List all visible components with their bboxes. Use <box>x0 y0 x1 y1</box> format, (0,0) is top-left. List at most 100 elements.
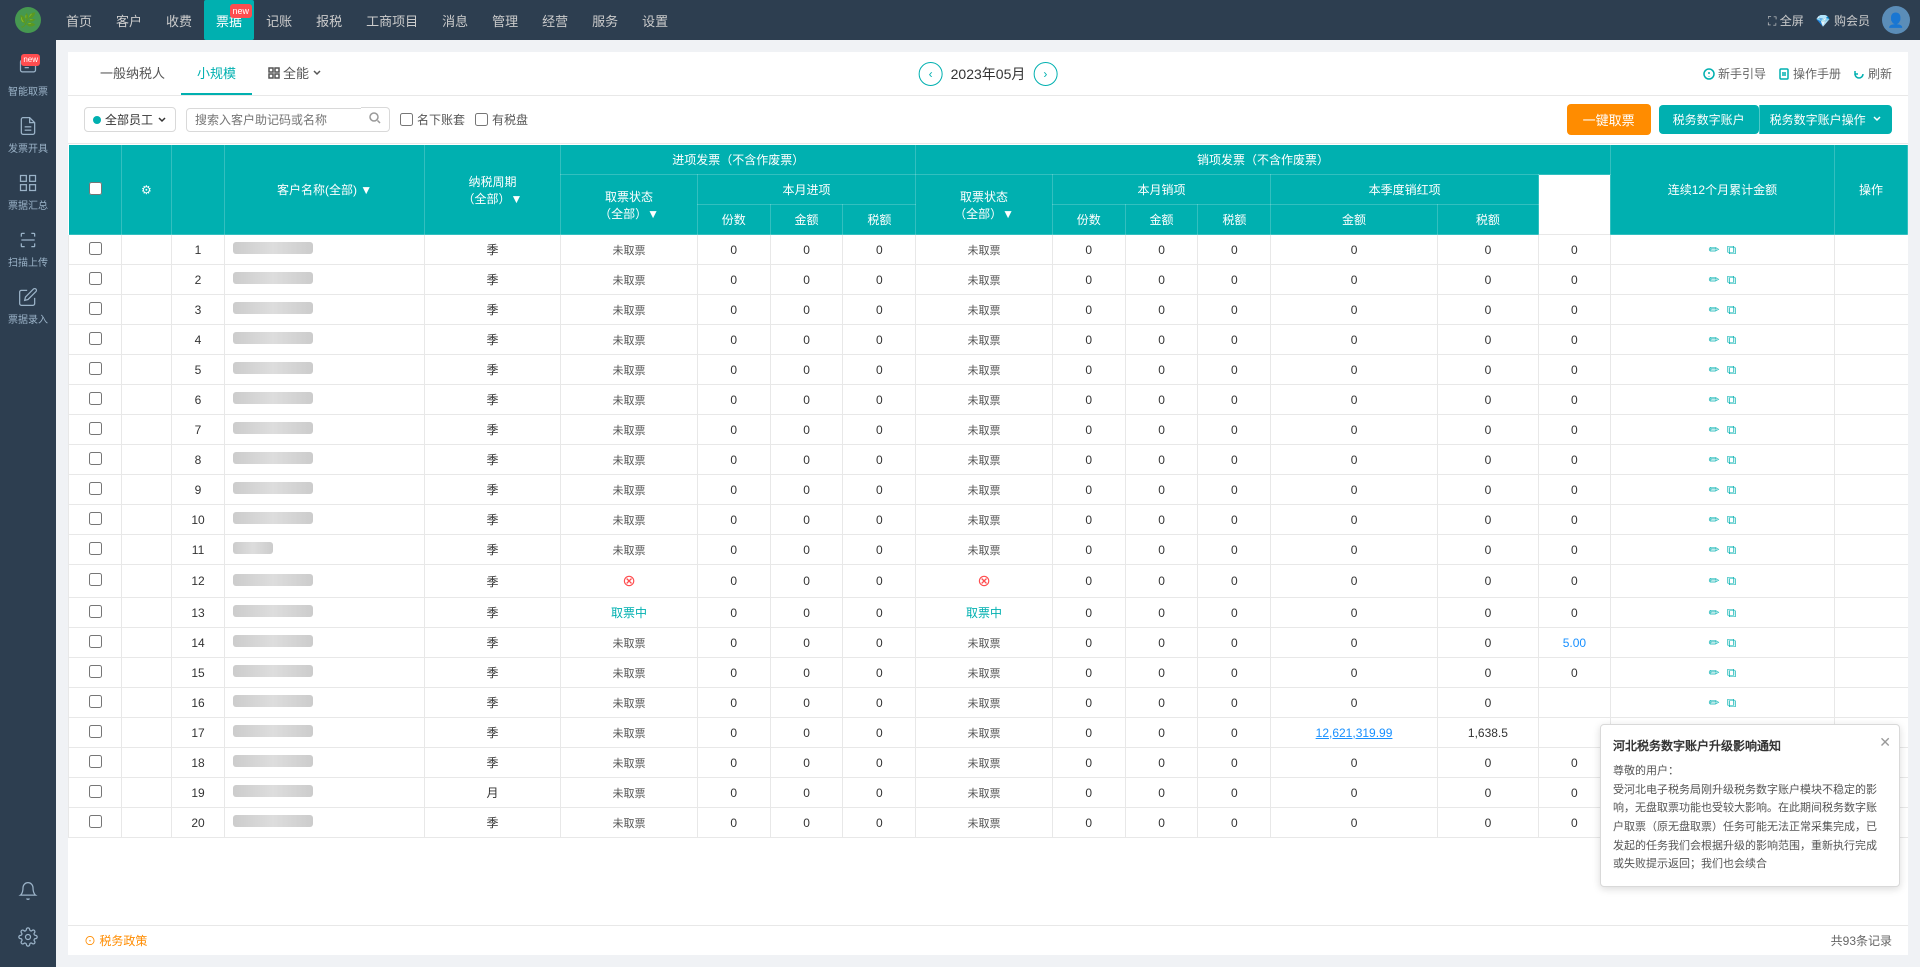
cell-client-name[interactable] <box>225 385 424 415</box>
op-edit-btn[interactable]: ✏ <box>1709 392 1720 407</box>
op-edit-btn[interactable]: ✏ <box>1709 362 1720 377</box>
cell-select[interactable] <box>69 355 122 385</box>
nav-fee[interactable]: 收费 <box>154 0 204 40</box>
prev-month-btn[interactable]: ‹ <box>919 62 943 86</box>
cell-client-name[interactable] <box>225 658 424 688</box>
row-checkbox[interactable] <box>89 272 102 285</box>
sidebar-item-bell[interactable] <box>3 873 53 909</box>
row-checkbox[interactable] <box>89 785 102 798</box>
cell-client-name[interactable] <box>225 535 424 565</box>
refund-amount-link[interactable]: 12,621,319.99 <box>1316 726 1393 740</box>
tab-general-taxpayer[interactable]: 一般纳税人 <box>84 53 181 95</box>
tab-small-scale[interactable]: 小规模 <box>181 53 252 95</box>
nav-manage[interactable]: 管理 <box>480 0 530 40</box>
refresh-btn[interactable]: 刷新 <box>1853 65 1892 82</box>
nav-message[interactable]: 消息 <box>430 0 480 40</box>
cell-select[interactable] <box>69 565 122 598</box>
next-month-btn[interactable]: › <box>1033 62 1057 86</box>
cell-client-name[interactable] <box>225 778 424 808</box>
op-edit-btn[interactable]: ✏ <box>1709 452 1720 467</box>
op-edit-btn[interactable]: ✏ <box>1709 665 1720 680</box>
nav-business[interactable]: 工商项目 <box>354 0 430 40</box>
sidebar-item-smart-ticket[interactable]: new 智能取票 <box>3 48 53 106</box>
op-copy-btn[interactable]: ⧉ <box>1727 272 1736 287</box>
cell-client-name[interactable] <box>225 295 424 325</box>
op-edit-btn[interactable]: ✏ <box>1709 332 1720 347</box>
cell-select[interactable] <box>69 385 122 415</box>
cell-select[interactable] <box>69 658 122 688</box>
employee-select[interactable]: 全部员工 <box>84 107 176 132</box>
checkbox-taxdisk-input[interactable] <box>475 113 488 126</box>
th-client-name[interactable]: 客户名称(全部) ▼ <box>225 145 424 235</box>
op-copy-btn[interactable]: ⧉ <box>1727 542 1736 557</box>
cell-client-name[interactable] <box>225 748 424 778</box>
cell-select[interactable] <box>69 688 122 718</box>
cell-select[interactable] <box>69 535 122 565</box>
op-copy-btn[interactable]: ⧉ <box>1727 302 1736 317</box>
cell-client-name[interactable] <box>225 718 424 748</box>
row-checkbox[interactable] <box>89 635 102 648</box>
cell-select[interactable] <box>69 628 122 658</box>
op-edit-btn[interactable]: ✏ <box>1709 605 1720 620</box>
tax-policy-link[interactable]: ⊙ 税务政策 <box>84 932 147 949</box>
op-edit-btn[interactable]: ✏ <box>1709 635 1720 650</box>
cell-client-name[interactable] <box>225 565 424 598</box>
op-copy-btn[interactable]: ⧉ <box>1727 695 1736 710</box>
row-checkbox[interactable] <box>89 573 102 586</box>
checkbox-taxdisk[interactable]: 有税盘 <box>475 111 528 128</box>
cell-select[interactable] <box>69 718 122 748</box>
new-guide-btn[interactable]: 新手引导 <box>1703 65 1766 82</box>
op-edit-btn[interactable]: ✏ <box>1709 512 1720 527</box>
op-edit-btn[interactable]: ✏ <box>1709 542 1720 557</box>
nav-client[interactable]: 客户 <box>104 0 154 40</box>
search-button[interactable] <box>361 107 390 132</box>
cell-client-name[interactable] <box>225 628 424 658</box>
row-checkbox[interactable] <box>89 605 102 618</box>
cell-client-name[interactable] <box>225 415 424 445</box>
th-out-fetch-status[interactable]: 取票状态（全部）▼ <box>916 175 1053 235</box>
sidebar-item-gear[interactable] <box>3 919 53 955</box>
op-copy-btn[interactable]: ⧉ <box>1727 482 1736 497</box>
nav-operation[interactable]: 经营 <box>530 0 580 40</box>
sidebar-item-summary[interactable]: 票据汇总 <box>3 165 53 220</box>
cell-select[interactable] <box>69 475 122 505</box>
cell-select[interactable] <box>69 598 122 628</box>
row-checkbox[interactable] <box>89 815 102 828</box>
row-checkbox[interactable] <box>89 542 102 555</box>
cell-select[interactable] <box>69 295 122 325</box>
cell-select[interactable] <box>69 415 122 445</box>
row-checkbox[interactable] <box>89 755 102 768</box>
op-copy-btn[interactable]: ⧉ <box>1727 242 1736 257</box>
cell-client-name[interactable] <box>225 598 424 628</box>
cell-select[interactable] <box>69 505 122 535</box>
member-btn[interactable]: 💎 购会员 <box>1816 12 1870 29</box>
row-checkbox[interactable] <box>89 422 102 435</box>
op-copy-btn[interactable]: ⧉ <box>1727 362 1736 377</box>
op-copy-btn[interactable]: ⧉ <box>1727 452 1736 467</box>
checkbox-account-input[interactable] <box>400 113 413 126</box>
row-checkbox[interactable] <box>89 302 102 315</box>
op-edit-btn[interactable]: ✏ <box>1709 242 1720 257</box>
th-select[interactable] <box>69 145 122 235</box>
nav-home[interactable]: 首页 <box>54 0 104 40</box>
cell-client-name[interactable] <box>225 355 424 385</box>
row-checkbox[interactable] <box>89 362 102 375</box>
op-edit-btn[interactable]: ✏ <box>1709 573 1720 588</box>
cell-client-name[interactable] <box>225 475 424 505</box>
select-all-checkbox[interactable] <box>89 182 102 195</box>
row-checkbox[interactable] <box>89 482 102 495</box>
th-settings[interactable]: ⚙ <box>122 145 171 235</box>
cell-client-name[interactable] <box>225 505 424 535</box>
one-click-btn[interactable]: 一键取票 <box>1567 104 1651 135</box>
cell-select[interactable] <box>69 445 122 475</box>
cumulative-link[interactable]: 5.00 <box>1563 636 1586 650</box>
tab-all[interactable]: 全能 <box>252 53 338 95</box>
th-in-fetch-status[interactable]: 取票状态（全部）▼ <box>561 175 698 235</box>
cell-client-name[interactable] <box>225 808 424 838</box>
nav-accounting[interactable]: 记账 <box>254 0 304 40</box>
cell-select[interactable] <box>69 235 122 265</box>
op-copy-btn[interactable]: ⧉ <box>1727 573 1736 588</box>
cell-client-name[interactable] <box>225 325 424 355</box>
cell-client-name[interactable] <box>225 688 424 718</box>
row-checkbox[interactable] <box>89 695 102 708</box>
